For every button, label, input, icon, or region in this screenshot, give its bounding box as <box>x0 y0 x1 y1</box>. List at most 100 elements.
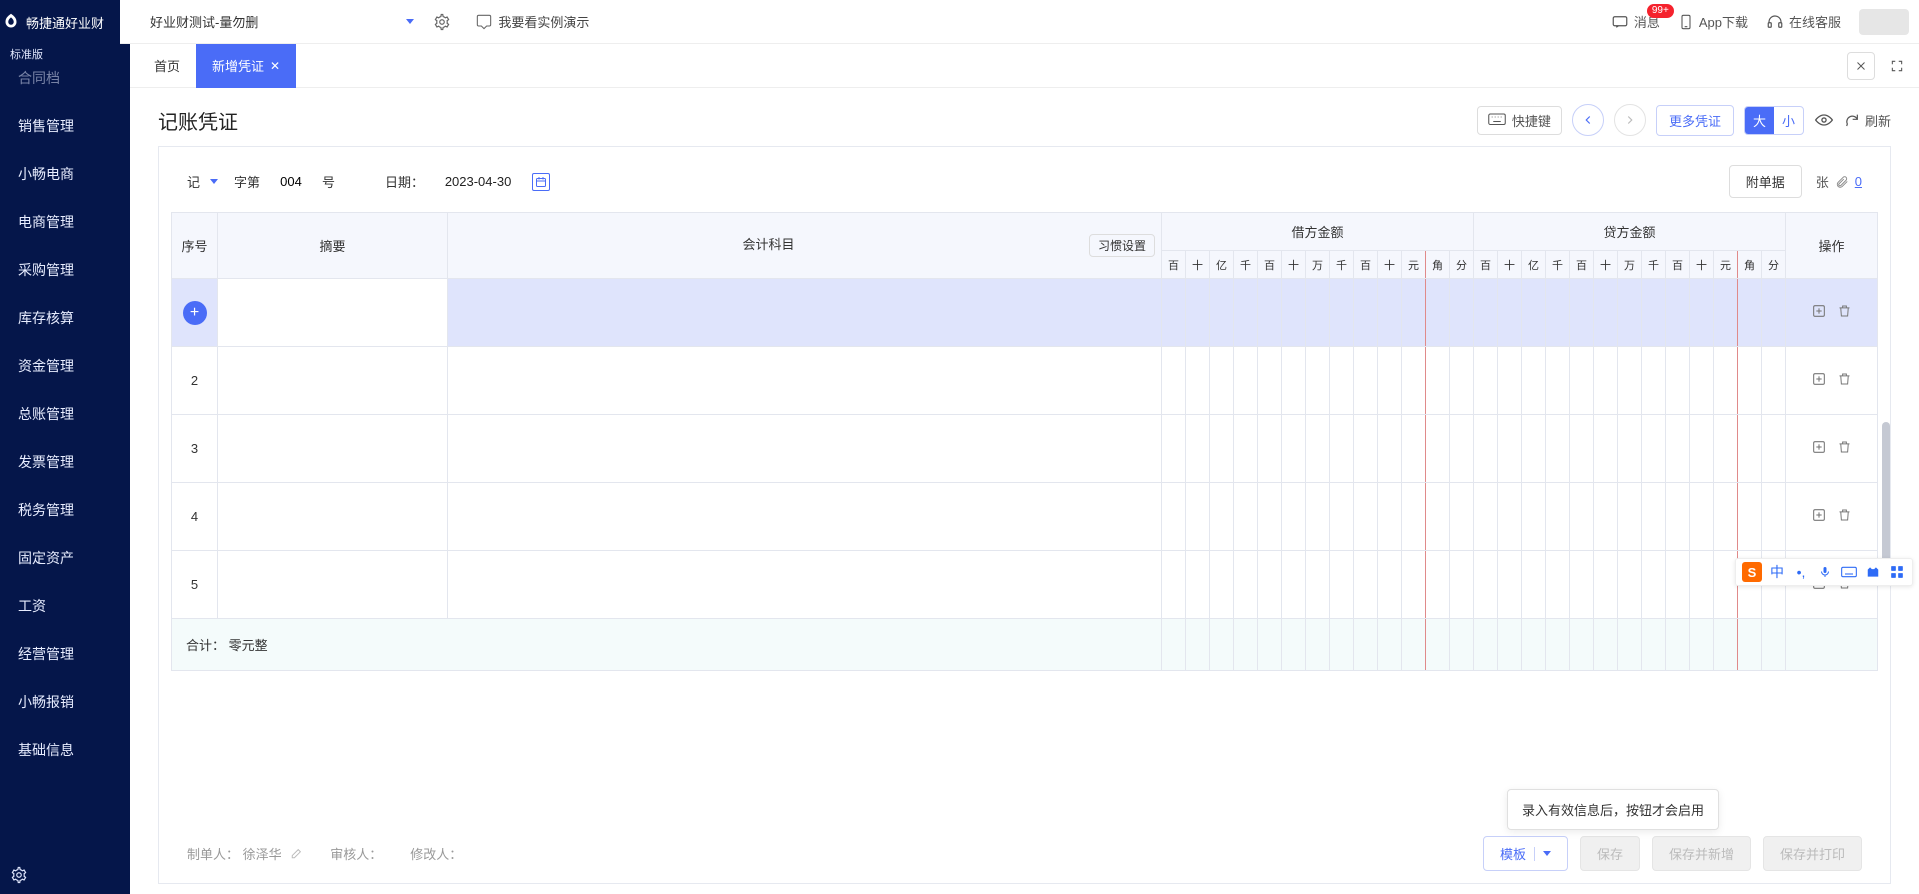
digit-cell[interactable] <box>1234 279 1258 347</box>
digit-cell[interactable] <box>1330 279 1354 347</box>
digit-cell[interactable] <box>1594 483 1618 551</box>
fullscreen-button[interactable] <box>1883 52 1911 80</box>
digit-cell[interactable] <box>1330 415 1354 483</box>
insert-row-button[interactable] <box>1811 303 1827 319</box>
digit-cell[interactable] <box>1498 279 1522 347</box>
digit-cell[interactable] <box>1498 483 1522 551</box>
digit-cell[interactable] <box>1762 279 1786 347</box>
app-download-button[interactable]: App下载 <box>1678 12 1748 31</box>
summary-cell[interactable] <box>218 551 448 619</box>
edit-icon[interactable] <box>289 848 302 861</box>
digit-cell[interactable] <box>1642 415 1666 483</box>
digit-cell[interactable] <box>1402 415 1426 483</box>
digit-cell[interactable] <box>1330 483 1354 551</box>
digit-cell[interactable] <box>1714 279 1738 347</box>
size-small-button[interactable]: 小 <box>1774 107 1803 134</box>
sidebar-item-purchase[interactable]: 采购管理 <box>0 246 130 294</box>
digit-cell[interactable] <box>1522 551 1546 619</box>
sidebar-item-reimburse[interactable]: 小畅报销 <box>0 678 130 726</box>
sidebar-item-truncated[interactable]: 合同档 <box>0 68 130 102</box>
digit-cell[interactable] <box>1498 551 1522 619</box>
digit-cell[interactable] <box>1162 415 1186 483</box>
close-icon[interactable]: ✕ <box>270 59 280 73</box>
digit-cell[interactable] <box>1474 415 1498 483</box>
user-avatar[interactable] <box>1859 9 1909 35</box>
digit-cell[interactable] <box>1234 483 1258 551</box>
digit-cell[interactable] <box>1234 551 1258 619</box>
digit-cell[interactable] <box>1666 551 1690 619</box>
digit-cell[interactable] <box>1474 347 1498 415</box>
digit-cell[interactable] <box>1258 483 1282 551</box>
digit-cell[interactable] <box>1354 347 1378 415</box>
digit-cell[interactable] <box>1498 347 1522 415</box>
attach-button[interactable]: 附单据 <box>1729 165 1802 198</box>
org-selector[interactable]: 好业财测试-量勿删 <box>150 12 414 31</box>
digit-cell[interactable] <box>1570 483 1594 551</box>
digit-cell[interactable] <box>1762 483 1786 551</box>
digit-cell[interactable] <box>1378 415 1402 483</box>
digit-cell[interactable] <box>1354 279 1378 347</box>
ime-toolbox-icon[interactable] <box>1888 563 1906 581</box>
next-voucher-button[interactable] <box>1614 104 1646 136</box>
digit-cell[interactable] <box>1162 279 1186 347</box>
ime-punct-icon[interactable]: •, <box>1792 563 1810 581</box>
shortcut-button[interactable]: 快捷键 <box>1477 106 1562 135</box>
sidebar-settings-button[interactable] <box>0 856 130 894</box>
habit-settings-button[interactable]: 习惯设置 <box>1089 234 1155 257</box>
digit-cell[interactable] <box>1738 279 1762 347</box>
digit-cell[interactable] <box>1618 347 1642 415</box>
digit-cell[interactable] <box>1186 551 1210 619</box>
digit-cell[interactable] <box>1738 483 1762 551</box>
digit-cell[interactable] <box>1210 483 1234 551</box>
messages-button[interactable]: 消息 99+ <box>1611 12 1660 31</box>
ime-mic-icon[interactable] <box>1816 563 1834 581</box>
sidebar-item-ecommerce[interactable]: 电商管理 <box>0 198 130 246</box>
digit-cell[interactable] <box>1594 415 1618 483</box>
digit-cell[interactable] <box>1378 347 1402 415</box>
digit-cell[interactable] <box>1450 347 1474 415</box>
digit-cell[interactable] <box>1306 279 1330 347</box>
digit-cell[interactable] <box>1690 347 1714 415</box>
digit-cell[interactable] <box>1234 347 1258 415</box>
insert-row-button[interactable] <box>1811 507 1827 523</box>
digit-cell[interactable] <box>1594 279 1618 347</box>
table-row[interactable]: 3 <box>172 415 1878 483</box>
table-row[interactable]: 4 <box>172 483 1878 551</box>
digit-cell[interactable] <box>1162 551 1186 619</box>
voucher-type-dropdown[interactable] <box>210 179 218 184</box>
digit-cell[interactable] <box>1690 551 1714 619</box>
digit-cell[interactable] <box>1594 347 1618 415</box>
digit-cell[interactable] <box>1690 279 1714 347</box>
sidebar-item-business[interactable]: 经营管理 <box>0 630 130 678</box>
template-button[interactable]: 模板 <box>1483 836 1568 871</box>
digit-cell[interactable] <box>1426 483 1450 551</box>
digit-cell[interactable] <box>1642 551 1666 619</box>
digit-cell[interactable] <box>1162 483 1186 551</box>
sidebar-item-xiaochang-ec[interactable]: 小畅电商 <box>0 150 130 198</box>
ime-skin-icon[interactable] <box>1864 563 1882 581</box>
settings-gear-icon[interactable] <box>432 12 452 32</box>
digit-cell[interactable] <box>1258 279 1282 347</box>
digit-cell[interactable] <box>1282 415 1306 483</box>
voucher-number-input[interactable] <box>270 174 312 189</box>
digit-cell[interactable] <box>1714 415 1738 483</box>
digit-cell[interactable] <box>1618 551 1642 619</box>
tab-home[interactable]: 首页 <box>138 44 196 88</box>
digit-cell[interactable] <box>1450 415 1474 483</box>
digit-cell[interactable] <box>1570 279 1594 347</box>
digit-cell[interactable] <box>1618 279 1642 347</box>
digit-cell[interactable] <box>1330 551 1354 619</box>
digit-cell[interactable] <box>1186 415 1210 483</box>
digit-cell[interactable] <box>1738 415 1762 483</box>
sidebar-item-sales[interactable]: 销售管理 <box>0 102 130 150</box>
sidebar-item-basic[interactable]: 基础信息 <box>0 726 130 774</box>
digit-cell[interactable] <box>1570 551 1594 619</box>
digit-cell[interactable] <box>1522 347 1546 415</box>
sidebar-item-invoice[interactable]: 发票管理 <box>0 438 130 486</box>
digit-cell[interactable] <box>1738 347 1762 415</box>
digit-cell[interactable] <box>1594 551 1618 619</box>
digit-cell[interactable] <box>1666 415 1690 483</box>
sidebar-item-tax[interactable]: 税务管理 <box>0 486 130 534</box>
digit-cell[interactable] <box>1402 347 1426 415</box>
digit-cell[interactable] <box>1354 551 1378 619</box>
